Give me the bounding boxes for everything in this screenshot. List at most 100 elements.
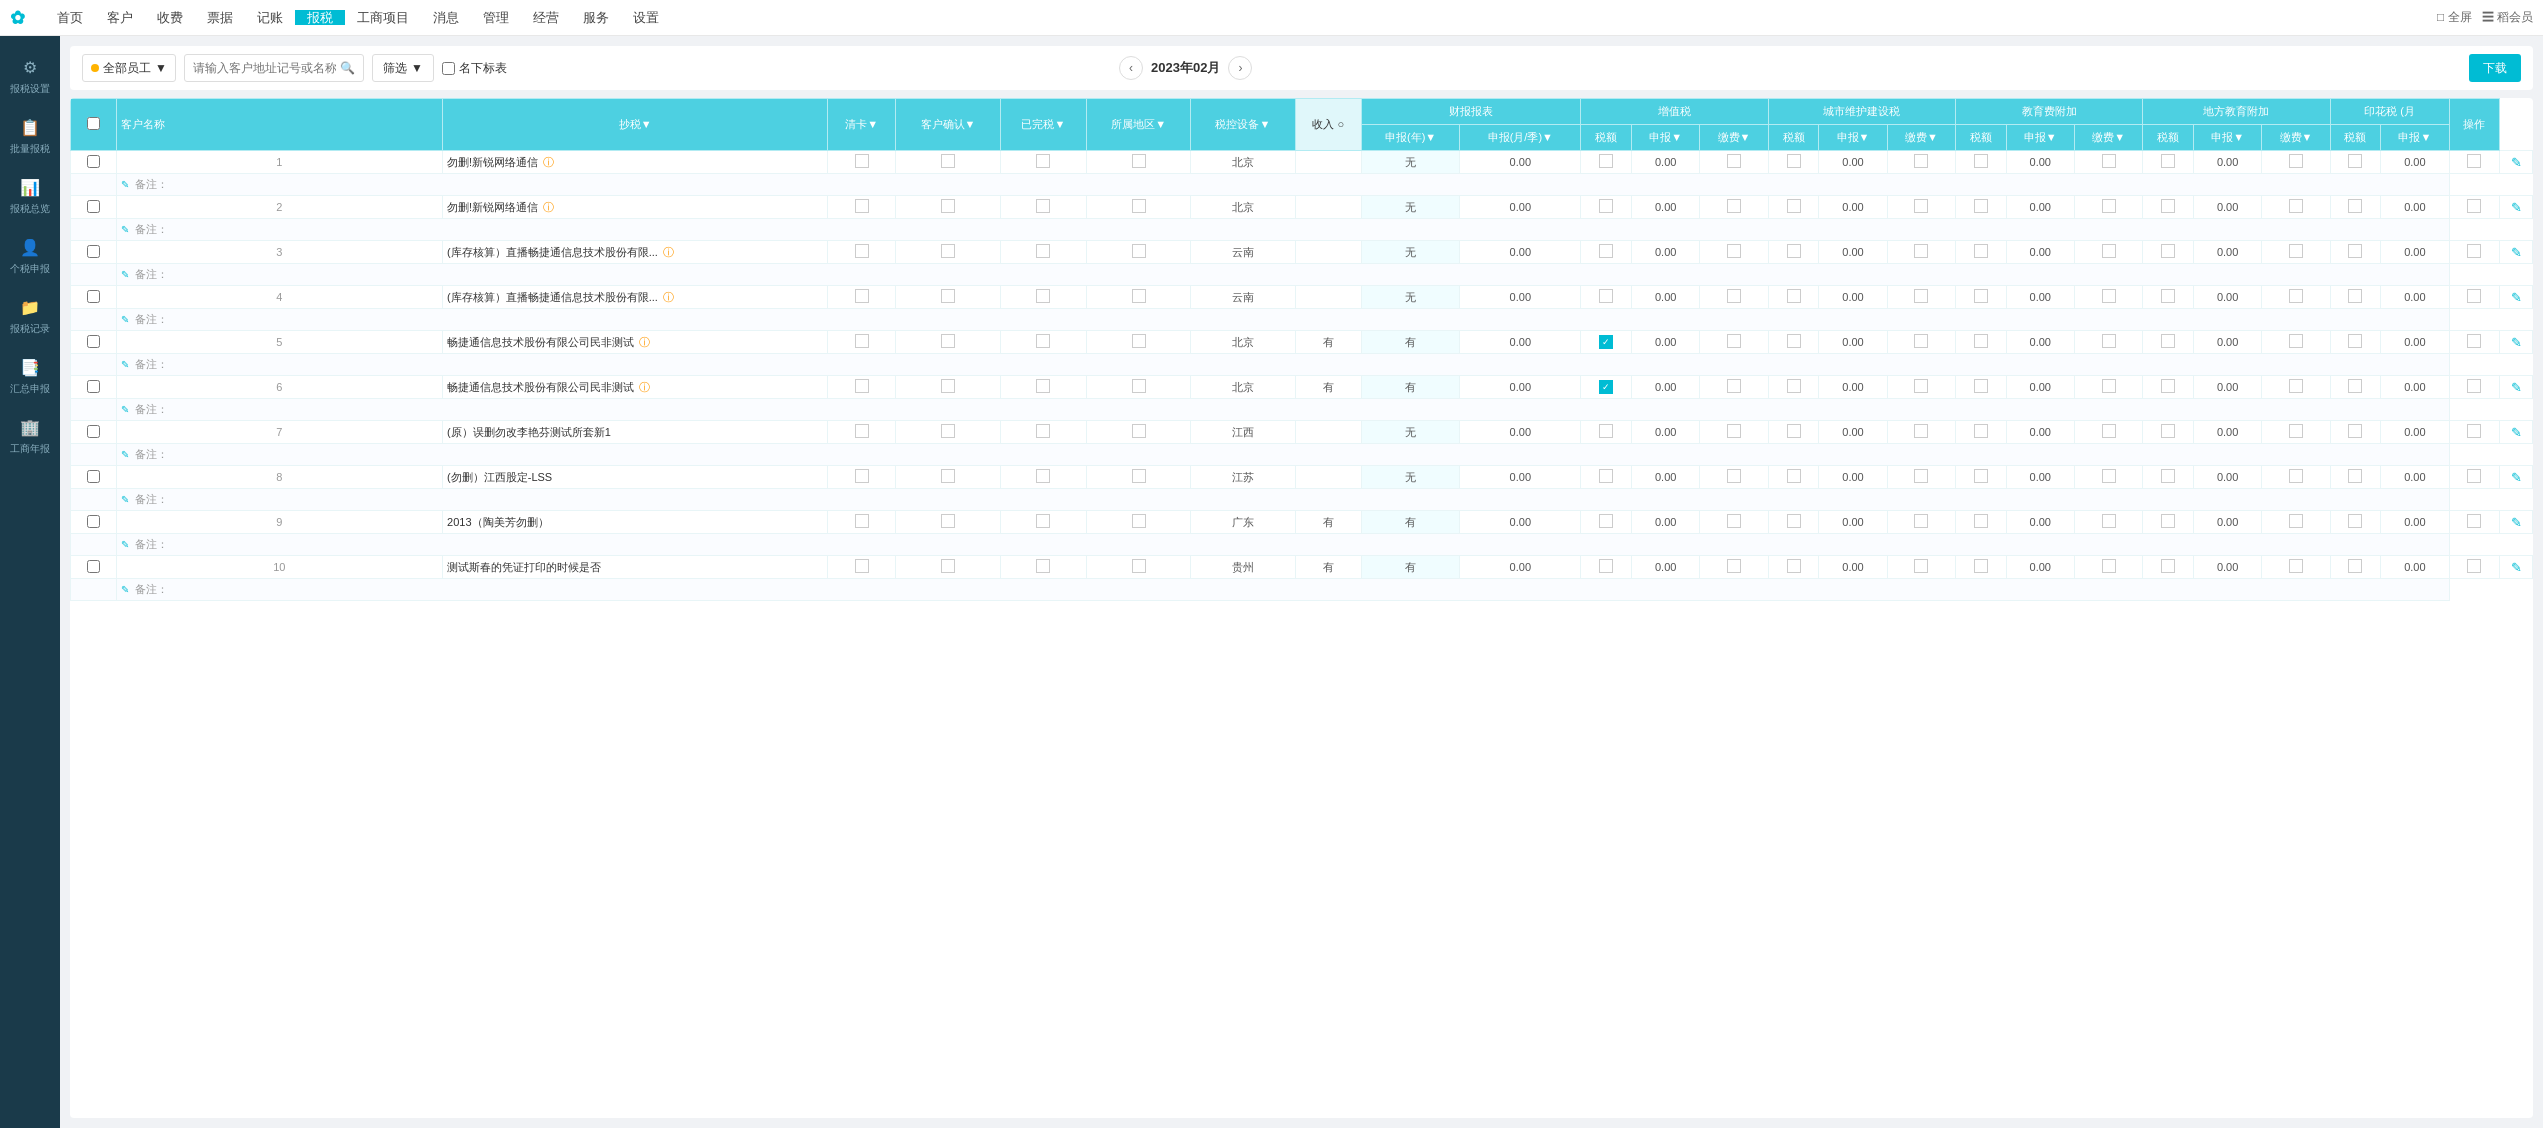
qingka-check[interactable] xyxy=(941,334,955,348)
wanshui-check[interactable] xyxy=(1132,469,1146,483)
yh-shenb-check[interactable] xyxy=(2467,379,2481,393)
zs-shenb-check[interactable] xyxy=(1727,424,1741,438)
yh-shenb-check[interactable] xyxy=(2467,424,2481,438)
wanshui-check[interactable] xyxy=(1132,559,1146,573)
cs-shenb-check[interactable] xyxy=(1914,469,1928,483)
filter-button[interactable]: 筛选 ▼ xyxy=(372,54,434,82)
confirm-check[interactable] xyxy=(1036,379,1050,393)
jy-jiao-check[interactable] xyxy=(2161,334,2175,348)
th-checkbox[interactable] xyxy=(71,99,117,151)
cs-jiao-check[interactable] xyxy=(1974,514,1988,528)
next-month-button[interactable]: › xyxy=(1228,56,1252,80)
name-checkbox[interactable] xyxy=(442,62,455,75)
zs-shenb-check[interactable] xyxy=(1727,559,1741,573)
prev-month-button[interactable]: ‹ xyxy=(1119,56,1143,80)
zs-shenb-check[interactable] xyxy=(1727,244,1741,258)
cb-year-check[interactable] xyxy=(1599,514,1613,528)
chaoshui-check[interactable] xyxy=(855,379,869,393)
qingka-check[interactable] xyxy=(941,514,955,528)
confirm-check[interactable] xyxy=(1036,199,1050,213)
edit-icon[interactable]: ✎ xyxy=(2511,290,2522,305)
confirm-check[interactable] xyxy=(1036,289,1050,303)
nav-item-消息[interactable]: 消息 xyxy=(421,10,471,25)
zs-shenb-check[interactable] xyxy=(1727,334,1741,348)
search-input[interactable] xyxy=(193,61,336,75)
zs-jiao-check[interactable] xyxy=(1787,244,1801,258)
df-jiao-check[interactable] xyxy=(2348,514,2362,528)
cs-jiao-check[interactable] xyxy=(1974,379,1988,393)
wanshui-check[interactable] xyxy=(1132,289,1146,303)
checkbox-label[interactable]: 名下标表 xyxy=(442,60,507,77)
edit-icon[interactable]: ✎ xyxy=(2511,560,2522,575)
cs-shenb-check[interactable] xyxy=(1914,289,1928,303)
confirm-check[interactable] xyxy=(1036,154,1050,168)
jy-jiao-check[interactable] xyxy=(2161,469,2175,483)
sidebar-item-baoshui-zongjian[interactable]: 📊报税总览 xyxy=(0,166,60,226)
df-jiao-check[interactable] xyxy=(2348,424,2362,438)
employee-select[interactable]: 全部员工 ▼ xyxy=(82,54,176,82)
qingka-check[interactable] xyxy=(941,244,955,258)
sidebar-item-gongshangnianbaol[interactable]: 🏢工商年报 xyxy=(0,406,60,466)
yh-shenb-check[interactable] xyxy=(2467,514,2481,528)
jy-shenb-check[interactable] xyxy=(2102,244,2116,258)
df-shenb-check[interactable] xyxy=(2289,469,2303,483)
nav-item-收费[interactable]: 收费 xyxy=(145,10,195,25)
zs-jiao-check[interactable] xyxy=(1787,469,1801,483)
wanshui-check[interactable] xyxy=(1132,424,1146,438)
chaoshui-check[interactable] xyxy=(855,289,869,303)
wanshui-check[interactable] xyxy=(1132,514,1146,528)
cs-shenb-check[interactable] xyxy=(1914,244,1928,258)
nav-item-记账[interactable]: 记账 xyxy=(245,10,295,25)
df-shenb-check[interactable] xyxy=(2289,154,2303,168)
jy-jiao-check[interactable] xyxy=(2161,559,2175,573)
chaoshui-check[interactable] xyxy=(855,199,869,213)
sidebar-item-baoshui-shezhi[interactable]: ⚙报税设置 xyxy=(0,46,60,106)
confirm-check[interactable] xyxy=(1036,559,1050,573)
fullscreen-btn[interactable]: □ 全屏 xyxy=(2437,9,2472,26)
zs-shenb-check[interactable] xyxy=(1727,379,1741,393)
cs-jiao-check[interactable] xyxy=(1974,244,1988,258)
jy-jiao-check[interactable] xyxy=(2161,199,2175,213)
cs-shenb-check[interactable] xyxy=(1914,379,1928,393)
sidebar-item-piliang-baoshui[interactable]: 📋批量报税 xyxy=(0,106,60,166)
jy-jiao-check[interactable] xyxy=(2161,424,2175,438)
jy-shenb-check[interactable] xyxy=(2102,289,2116,303)
yh-shenb-check[interactable] xyxy=(2467,154,2481,168)
cb-year-check[interactable] xyxy=(1599,199,1613,213)
nav-item-票据[interactable]: 票据 xyxy=(195,10,245,25)
cb-year-check[interactable] xyxy=(1599,154,1613,168)
zs-shenb-check[interactable] xyxy=(1727,289,1741,303)
wanshui-check[interactable] xyxy=(1132,379,1146,393)
cs-jiao-check[interactable] xyxy=(1974,199,1988,213)
cb-year-check[interactable]: ✓ xyxy=(1599,335,1613,349)
chaoshui-check[interactable] xyxy=(855,154,869,168)
zs-jiao-check[interactable] xyxy=(1787,334,1801,348)
member-btn[interactable]: ☰ 稻会员 xyxy=(2482,9,2533,26)
nav-item-设置[interactable]: 设置 xyxy=(621,10,671,25)
confirm-check[interactable] xyxy=(1036,424,1050,438)
qingka-check[interactable] xyxy=(941,379,955,393)
zs-jiao-check[interactable] xyxy=(1787,559,1801,573)
yh-shenb-check[interactable] xyxy=(2467,289,2481,303)
df-jiao-check[interactable] xyxy=(2348,289,2362,303)
chaoshui-check[interactable] xyxy=(855,514,869,528)
cs-jiao-check[interactable] xyxy=(1974,424,1988,438)
jy-shenb-check[interactable] xyxy=(2102,469,2116,483)
wanshui-check[interactable] xyxy=(1132,244,1146,258)
zs-jiao-check[interactable] xyxy=(1787,424,1801,438)
search-box[interactable]: 🔍 xyxy=(184,54,364,82)
row-checkbox[interactable] xyxy=(87,335,100,348)
df-jiao-check[interactable] xyxy=(2348,379,2362,393)
qingka-check[interactable] xyxy=(941,559,955,573)
jy-jiao-check[interactable] xyxy=(2161,514,2175,528)
nav-item-客户[interactable]: 客户 xyxy=(95,10,145,25)
zs-jiao-check[interactable] xyxy=(1787,379,1801,393)
jy-shenb-check[interactable] xyxy=(2102,559,2116,573)
df-shenb-check[interactable] xyxy=(2289,289,2303,303)
cs-jiao-check[interactable] xyxy=(1974,559,1988,573)
zs-jiao-check[interactable] xyxy=(1787,514,1801,528)
cs-jiao-check[interactable] xyxy=(1974,154,1988,168)
jy-jiao-check[interactable] xyxy=(2161,244,2175,258)
edit-icon[interactable]: ✎ xyxy=(2511,515,2522,530)
row-checkbox[interactable] xyxy=(87,200,100,213)
